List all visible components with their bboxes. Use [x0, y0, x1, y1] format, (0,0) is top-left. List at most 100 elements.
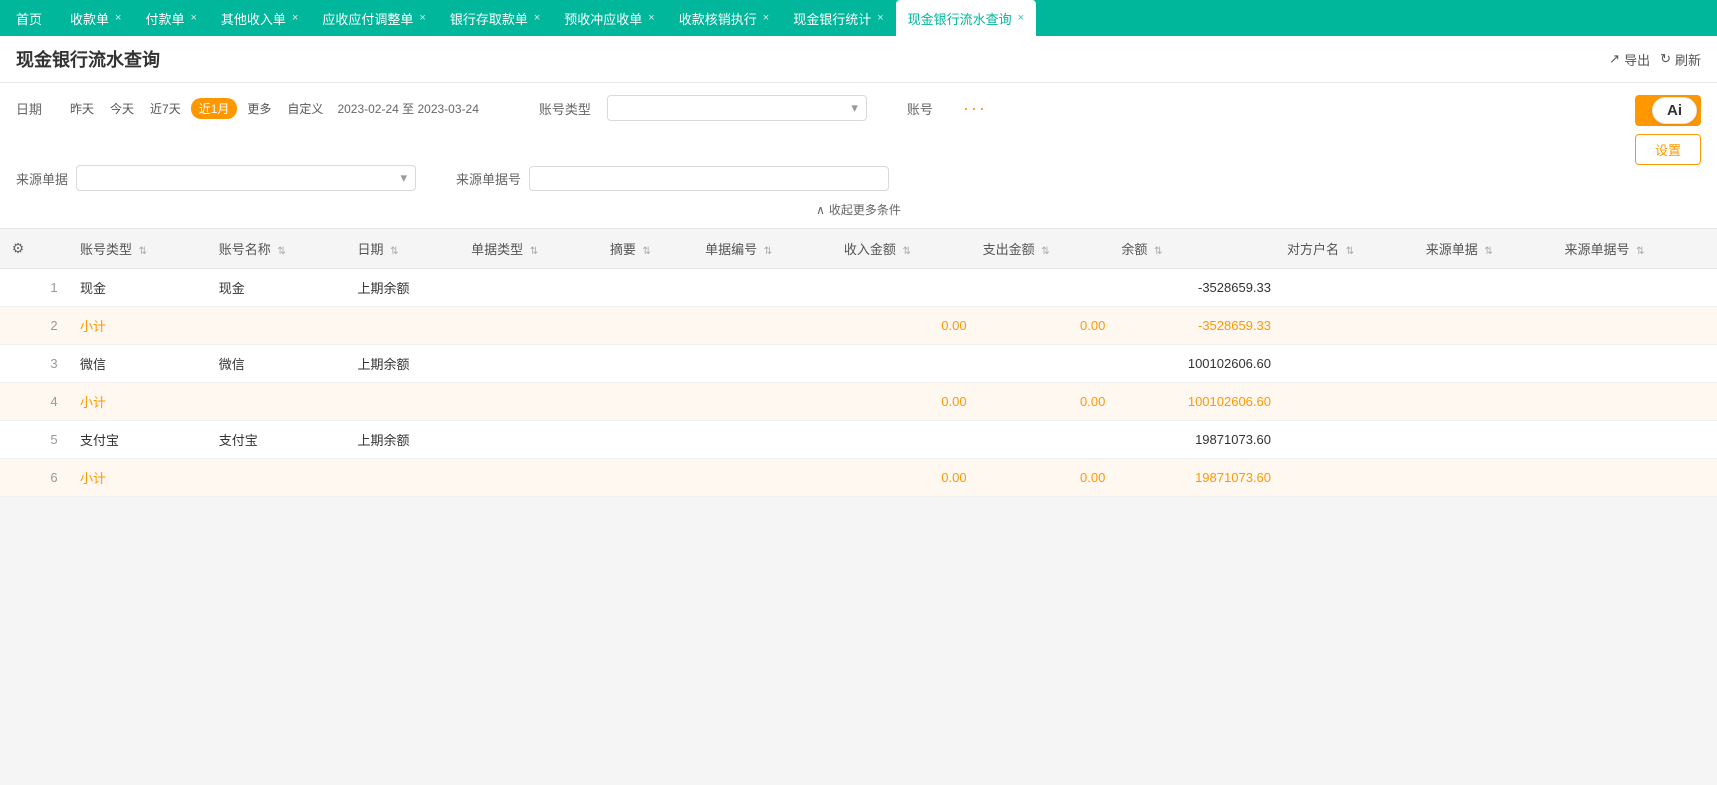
- setting-button[interactable]: 设置: [1635, 134, 1701, 165]
- collapse-button[interactable]: 收起更多条件: [829, 201, 901, 218]
- row-income-cell: [836, 345, 975, 383]
- account-type-select[interactable]: ▾: [607, 95, 867, 121]
- nav-tab-shoukuan[interactable]: 收款单 ×: [58, 0, 133, 36]
- row-settings-cell: [0, 307, 36, 345]
- sort-icon: ⇅: [1484, 246, 1492, 257]
- col-header-date[interactable]: 日期 ⇅: [349, 229, 463, 269]
- date-btn-7days[interactable]: 近7天: [144, 98, 187, 119]
- col-header-account-name[interactable]: 账号名称 ⇅: [211, 229, 350, 269]
- row-balance-cell: 19871073.60: [1113, 459, 1279, 497]
- account-label: 账号: [907, 99, 947, 118]
- close-icon[interactable]: ×: [190, 12, 196, 24]
- row-counterpart-cell: [1279, 459, 1418, 497]
- ai-badge[interactable]: Ai: [1652, 97, 1697, 124]
- row-income-cell: 0.00: [836, 459, 975, 497]
- col-header-doc-no[interactable]: 单据编号 ⇅: [697, 229, 836, 269]
- row-summary-cell: [602, 383, 697, 421]
- close-icon[interactable]: ×: [419, 12, 425, 24]
- nav-tab-yinhangcunqu[interactable]: 银行存取款单 ×: [438, 0, 552, 36]
- row-source-doc-no-cell: [1556, 345, 1717, 383]
- nav-home[interactable]: 首页: [0, 0, 58, 36]
- refresh-button[interactable]: ↻ 刷新: [1660, 50, 1701, 69]
- row-expense-cell: 0.00: [975, 459, 1114, 497]
- row-doc-no-cell: [697, 345, 836, 383]
- nav-tab-yushou[interactable]: 预收冲应收单 ×: [552, 0, 666, 36]
- row-date-cell: [349, 383, 463, 421]
- date-btn-yesterday[interactable]: 昨天: [64, 98, 100, 119]
- date-btn-custom[interactable]: 自定义: [281, 98, 329, 119]
- col-header-expense[interactable]: 支出金额 ⇅: [975, 229, 1114, 269]
- row-income-cell: [836, 269, 975, 307]
- nav-tab-shoukuanhe[interactable]: 收款核销执行 ×: [667, 0, 781, 36]
- row-balance-cell: 100102606.60: [1113, 345, 1279, 383]
- row-expense-cell: [975, 421, 1114, 459]
- nav-tab-yingshouyingfu[interactable]: 应收应付调整单 ×: [310, 0, 437, 36]
- source-doc-label: 来源单据: [16, 169, 68, 188]
- close-icon[interactable]: ×: [292, 12, 298, 24]
- sort-icon: ⇅: [903, 246, 911, 257]
- row-summary-cell: [602, 345, 697, 383]
- row-account-type-cell: 微信: [72, 345, 211, 383]
- filter-area: 日期 昨天 今天 近7天 近1月 更多 自定义 2023-02-24 至 202…: [0, 83, 1717, 229]
- export-icon: ↗: [1609, 51, 1620, 67]
- close-icon[interactable]: ×: [1018, 12, 1024, 24]
- nav-tab-xianjintongji[interactable]: 现金银行统计 ×: [781, 0, 895, 36]
- row-account-type-cell: 小计: [72, 307, 211, 345]
- table-wrap: ⚙ 账号类型 ⇅ 账号名称 ⇅ 日期 ⇅ 单据类型 ⇅: [0, 229, 1717, 497]
- row-doc-type-cell: [463, 421, 602, 459]
- col-header-balance[interactable]: 余额 ⇅: [1113, 229, 1279, 269]
- row-account-name-cell: [211, 383, 350, 421]
- row-source-doc-no-cell: [1556, 383, 1717, 421]
- row-settings-cell: [0, 421, 36, 459]
- close-icon[interactable]: ×: [877, 12, 883, 24]
- settings-col-header[interactable]: ⚙: [0, 229, 36, 269]
- table-header-row: ⚙ 账号类型 ⇅ 账号名称 ⇅ 日期 ⇅ 单据类型 ⇅: [0, 229, 1717, 269]
- sort-icon: ⇅: [642, 246, 650, 257]
- header-actions: ↗ 导出 ↻ 刷新: [1609, 50, 1701, 69]
- row-date-cell: [349, 459, 463, 497]
- col-header-source-doc-no[interactable]: 来源单据号 ⇅: [1556, 229, 1717, 269]
- close-icon[interactable]: ×: [648, 12, 654, 24]
- col-header-summary[interactable]: 摘要 ⇅: [602, 229, 697, 269]
- row-source-doc-no-cell: [1556, 421, 1717, 459]
- row-doc-type-cell: [463, 459, 602, 497]
- col-header-account-type[interactable]: 账号类型 ⇅: [72, 229, 211, 269]
- col-header-counterpart[interactable]: 对方户名 ⇅: [1279, 229, 1418, 269]
- date-label: 日期: [16, 99, 56, 118]
- col-header-doc-type[interactable]: 单据类型 ⇅: [463, 229, 602, 269]
- date-btn-more[interactable]: 更多: [241, 98, 277, 119]
- close-icon[interactable]: ×: [763, 12, 769, 24]
- col-header-income[interactable]: 收入金额 ⇅: [836, 229, 975, 269]
- source-doc-select[interactable]: ▾: [76, 165, 416, 191]
- close-icon[interactable]: ×: [115, 12, 121, 24]
- table-body: 1 现金 现金 上期余额 -3528659.33 2 小计 0.00 0.00 …: [0, 269, 1717, 497]
- row-date-cell: 上期余额: [349, 421, 463, 459]
- row-source-doc-no-cell: [1556, 307, 1717, 345]
- date-btn-today[interactable]: 今天: [104, 98, 140, 119]
- row-doc-no-cell: [697, 421, 836, 459]
- row-date-cell: 上期余额: [349, 345, 463, 383]
- account-dots-button[interactable]: ···: [963, 98, 987, 119]
- row-index-cell: 6: [36, 459, 72, 497]
- export-button[interactable]: ↗ 导出: [1609, 50, 1650, 69]
- date-btn-1month[interactable]: 近1月: [191, 98, 238, 119]
- row-account-name-cell: 现金: [211, 269, 350, 307]
- top-nav: 首页 收款单 × 付款单 × 其他收入单 × 应收应付调整单 × 银行存取款单 …: [0, 0, 1717, 36]
- row-source-doc-cell: [1418, 345, 1557, 383]
- nav-tab-fukuan[interactable]: 付款单 ×: [133, 0, 208, 36]
- table-row: 6 小计 0.00 0.00 19871073.60: [0, 459, 1717, 497]
- row-doc-type-cell: [463, 269, 602, 307]
- row-source-doc-cell: [1418, 269, 1557, 307]
- col-header-source-doc[interactable]: 来源单据 ⇅: [1418, 229, 1557, 269]
- row-counterpart-cell: [1279, 383, 1418, 421]
- row-settings-cell: [0, 269, 36, 307]
- close-icon[interactable]: ×: [534, 12, 540, 24]
- nav-tab-liushui[interactable]: 现金银行流水查询 ×: [896, 0, 1036, 36]
- row-summary-cell: [602, 421, 697, 459]
- source-doc-no-input[interactable]: [529, 166, 889, 191]
- nav-tab-qitashouru[interactable]: 其他收入单 ×: [209, 0, 310, 36]
- row-account-name-cell: 微信: [211, 345, 350, 383]
- row-doc-type-cell: [463, 307, 602, 345]
- row-account-name-cell: 支付宝: [211, 421, 350, 459]
- page-header: 现金银行流水查询 ↗ 导出 ↻ 刷新: [0, 36, 1717, 83]
